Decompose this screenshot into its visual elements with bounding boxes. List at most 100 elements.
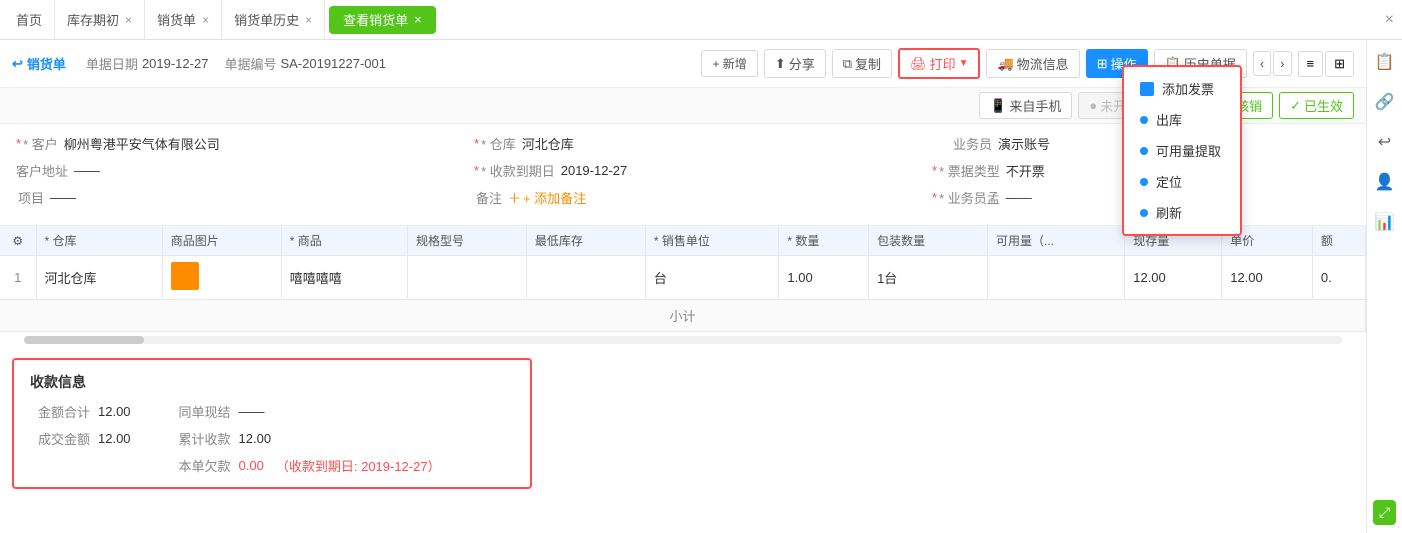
panel-icon-3[interactable]: ↩ xyxy=(1374,128,1395,156)
refresh-label: 刷新 xyxy=(1156,203,1182,222)
transaction-item: 成交金额 12.00 xyxy=(30,429,131,448)
salesperson-value: —— xyxy=(1006,190,1032,205)
print-icon: 🖨 xyxy=(910,56,927,72)
cell-pack-qty: 1台 xyxy=(869,256,988,300)
payment-title: 收款信息 xyxy=(30,372,514,392)
effect-button[interactable]: ✓ 已生效 xyxy=(1279,92,1354,119)
print-button[interactable]: 🖨 打印 ▼ xyxy=(898,48,980,79)
employee-field: 业务员 演示账号 xyxy=(892,134,1350,153)
panel-icon-1[interactable]: 📋 xyxy=(1371,48,1399,76)
view-toggle: ≡ ⊞ xyxy=(1298,51,1355,77)
tab-inventory-init[interactable]: 库存期初 × xyxy=(55,0,145,40)
doc-title-text: 销货单 xyxy=(27,54,66,73)
tab-history-close[interactable]: × xyxy=(305,13,312,27)
panel-icon-2[interactable]: 🔗 xyxy=(1371,88,1399,116)
panel-icon-4[interactable]: 👤 xyxy=(1371,168,1399,196)
add-note-link[interactable]: ＋ + 添加备注 xyxy=(508,188,586,207)
employee-label: 业务员 xyxy=(932,134,992,153)
effect-icon: ✓ xyxy=(1290,98,1301,114)
plus-icon: ＋ xyxy=(508,188,521,207)
total-amount-label: 金额合计 xyxy=(30,402,90,421)
total-amount-value: 12.00 xyxy=(98,404,131,419)
from-phone-label: 来自手机 xyxy=(1009,96,1061,115)
copy-button[interactable]: ⧉ 复制 xyxy=(832,49,892,78)
cumulative-item: 累计收款 12.00 xyxy=(171,429,441,448)
operation-icon: ⊞ xyxy=(1097,56,1108,72)
doc-date-label: 单据日期 xyxy=(86,54,138,73)
product-table-wrap: ⚙ * 仓库 商品图片 * 商品 规格型号 最低库存 * 销售单位 * 数量 包… xyxy=(0,226,1366,332)
cell-no: 1 xyxy=(0,256,36,300)
col-amount: 额 xyxy=(1312,226,1365,256)
print-dropdown-icon: ▼ xyxy=(959,58,969,69)
window-close-button[interactable]: × xyxy=(1369,11,1394,29)
header-actions: + 新增 ⬆ 分享 ⧉ 复制 🖨 打印 ▼ 🚚 物流信息 xyxy=(701,48,1354,79)
cell-spec xyxy=(407,256,526,300)
tab-home-label: 首页 xyxy=(16,10,42,29)
owed-label: 本单欠款 xyxy=(171,456,231,475)
tab-inventory-label: 库存期初 xyxy=(67,10,119,29)
next-button[interactable]: › xyxy=(1273,51,1291,76)
doc-no-label: 单据编号 xyxy=(224,54,276,73)
customer-required: * xyxy=(16,136,21,151)
share-button[interactable]: ⬆ 分享 xyxy=(764,49,826,78)
tab-history-label: 销货单历史 xyxy=(234,10,299,29)
cell-product: 嘻嘻嘻嘻 xyxy=(281,256,407,300)
sales-order-icon: ↩ xyxy=(12,56,23,72)
cell-product-img xyxy=(162,256,281,300)
payment-required: * xyxy=(474,163,479,178)
phone-icon: 📱 xyxy=(990,98,1006,114)
tab-sales-close[interactable]: × xyxy=(202,13,209,27)
not-open-icon: ● xyxy=(1089,98,1097,113)
subtotal-label: 小计 xyxy=(0,300,1366,332)
col-min-stock: 最低库存 xyxy=(526,226,645,256)
nav-arrows: ‹ › xyxy=(1253,51,1292,76)
from-phone-button[interactable]: 📱 来自手机 xyxy=(979,92,1072,119)
locate-label: 定位 xyxy=(1156,172,1182,191)
grid-view-button[interactable]: ⊞ xyxy=(1325,51,1354,77)
scrollbar-track[interactable] xyxy=(24,336,1342,344)
warehouse-label: * 仓库 xyxy=(481,134,516,153)
customer-label: * 客户 xyxy=(23,134,58,153)
product-table: ⚙ * 仓库 商品图片 * 商品 规格型号 最低库存 * 销售单位 * 数量 包… xyxy=(0,226,1366,332)
subtotal-row: 小计 xyxy=(0,300,1366,332)
outbound-item[interactable]: 出库 xyxy=(1124,104,1240,135)
col-settings[interactable]: ⚙ xyxy=(0,226,36,256)
add-button[interactable]: + 新增 xyxy=(701,50,757,77)
project-label: 项目 xyxy=(16,188,44,207)
add-note-label: + 添加备注 xyxy=(523,188,586,207)
scrollbar-thumb[interactable] xyxy=(24,336,144,344)
prev-button[interactable]: ‹ xyxy=(1253,51,1271,76)
panel-icon-5[interactable]: 📊 xyxy=(1371,208,1399,236)
doc-meta: 单据日期 2019-12-27 单据编号 SA-20191227-001 xyxy=(86,54,386,73)
expand-icon[interactable]: ⤢ xyxy=(1373,500,1396,525)
logistics-button[interactable]: 🚚 物流信息 xyxy=(986,49,1079,78)
outbound-icon xyxy=(1140,116,1148,124)
tab-sales-order[interactable]: 销货单 × xyxy=(145,0,222,40)
effect-label: 已生效 xyxy=(1304,96,1343,115)
locate-item[interactable]: 定位 xyxy=(1124,166,1240,197)
tab-view-sales[interactable]: 查看销货单 × xyxy=(329,6,436,34)
invoice-value: 不开票 xyxy=(1006,161,1045,180)
col-spec: 规格型号 xyxy=(407,226,526,256)
cell-quantity: 1.00 xyxy=(779,256,869,300)
tab-home[interactable]: 首页 xyxy=(8,0,55,40)
add-invoice-label: 添加发票 xyxy=(1162,79,1214,98)
tab-view-sales-close[interactable]: × xyxy=(414,12,422,27)
payment-date-label: * 收款到期日 xyxy=(481,161,555,180)
tab-inventory-close[interactable]: × xyxy=(125,13,132,27)
payment-rows: 金额合计 12.00 成交金额 12.00 同单现结 —— 累计收款 xyxy=(30,402,514,475)
doc-title: ↩ 销货单 xyxy=(12,54,66,73)
table-row: 1 河北仓库 嘻嘻嘻嘻 台 1.00 1台 12.00 12.00 xyxy=(0,256,1366,300)
owed-value: 0.00 xyxy=(239,458,264,473)
list-view-button[interactable]: ≡ xyxy=(1298,51,1324,77)
available-qty-item[interactable]: 可用量提取 xyxy=(1124,135,1240,166)
add-invoice-item[interactable]: 添加发票 xyxy=(1124,73,1240,104)
tab-sales-history[interactable]: 销货单历史 × xyxy=(222,0,325,40)
refresh-item[interactable]: 刷新 xyxy=(1124,197,1240,228)
refresh-icon xyxy=(1140,209,1148,217)
product-image xyxy=(171,262,199,290)
right-panel: 📋 🔗 ↩ 👤 📊 ⤢ xyxy=(1366,40,1402,533)
col-warehouse: * 仓库 xyxy=(36,226,162,256)
copy-icon: ⧉ xyxy=(843,56,852,72)
cell-warehouse: 河北仓库 xyxy=(36,256,162,300)
